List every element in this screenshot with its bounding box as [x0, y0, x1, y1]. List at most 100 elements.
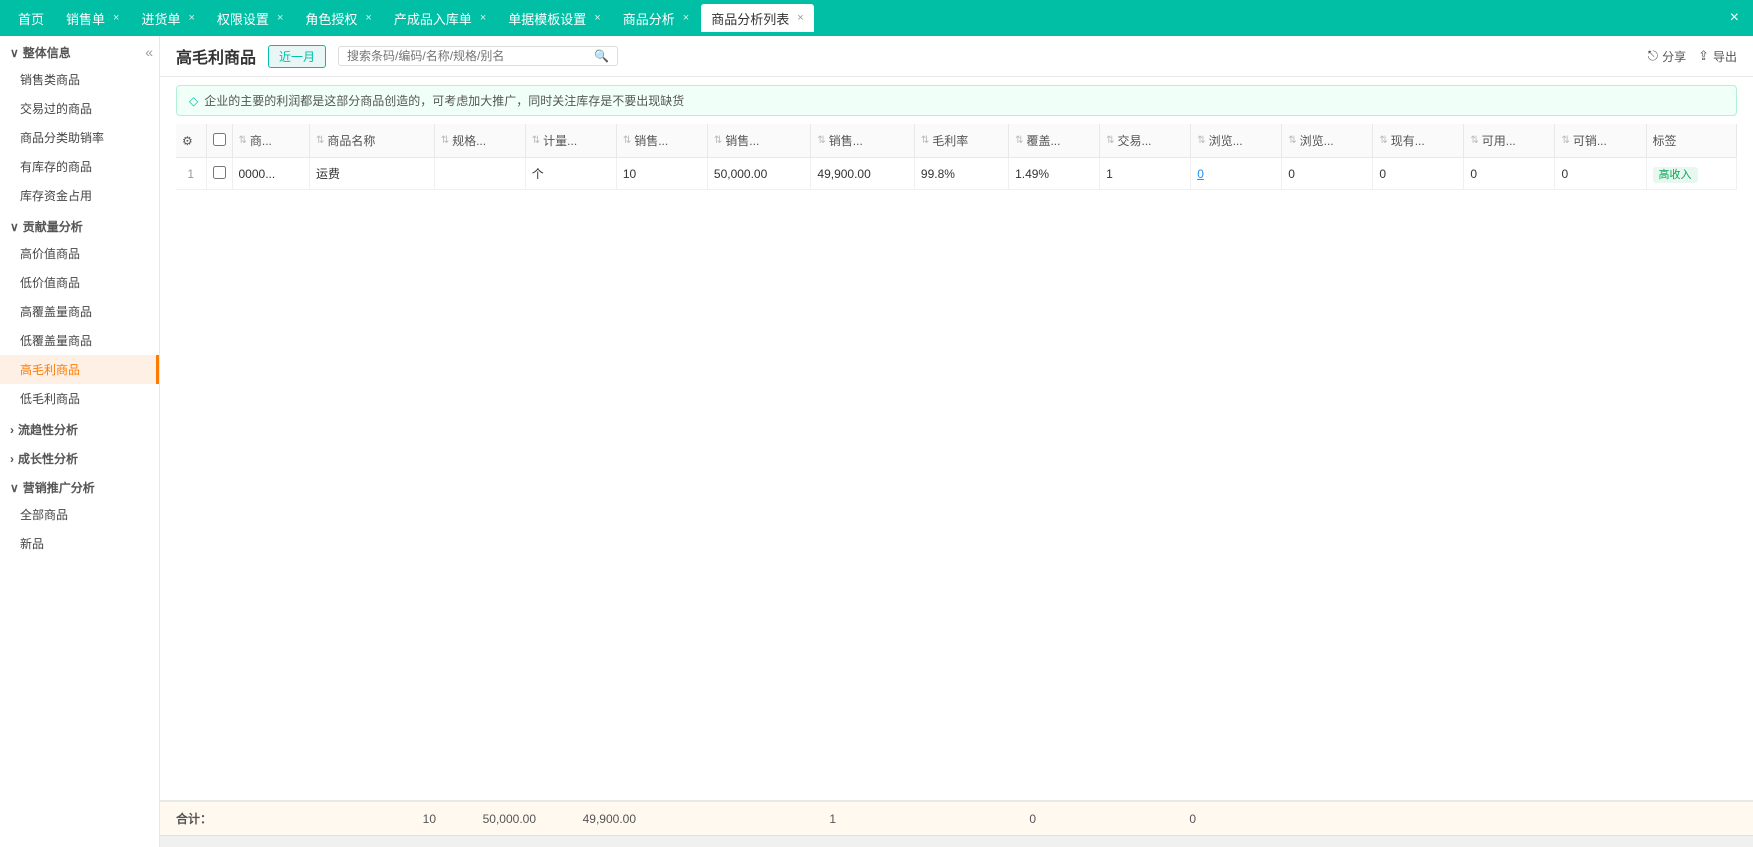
- sidebar-group-overall[interactable]: ∨ 整体信息: [0, 36, 159, 65]
- chevron-down-icon-2: ∨: [10, 220, 19, 234]
- col-checkbox[interactable]: [206, 124, 232, 158]
- col-spec[interactable]: ⇅ 规格...: [434, 124, 525, 158]
- row-transaction: 1: [1100, 158, 1191, 190]
- sidebar-collapse-btn[interactable]: «: [145, 44, 153, 60]
- row-stock-available: 0: [1464, 158, 1555, 190]
- row-unit: 个: [525, 158, 616, 190]
- footer-sales-count: 10: [376, 812, 456, 826]
- row-index: 1: [176, 158, 206, 190]
- sidebar-group-flow[interactable]: › 流趋性分析: [0, 413, 159, 442]
- close-purchase-order[interactable]: ×: [188, 12, 194, 24]
- share-button[interactable]: ⎋ 分享: [1648, 48, 1686, 65]
- footer-stock-current: 0: [976, 812, 1056, 826]
- sidebar-group-growth[interactable]: › 成长性分析: [0, 442, 159, 471]
- sort-icon-9: ⇅: [1015, 135, 1023, 146]
- sidebar-item-stock-capital[interactable]: 库存资金占用: [0, 181, 159, 210]
- sort-icon-7: ⇅: [817, 135, 825, 146]
- row-tag: 高收入: [1646, 158, 1737, 190]
- sidebar-item-in-stock-goods[interactable]: 有库存的商品: [0, 152, 159, 181]
- nav-home[interactable]: 首页: [8, 4, 54, 32]
- table-footer: 合计： 10 50,000.00 49,900.00 1 0 0: [160, 800, 1753, 835]
- close-product-analysis-list[interactable]: ×: [797, 12, 803, 24]
- nav-product-inbound[interactable]: 产成品入库单 ×: [384, 4, 496, 32]
- nav-purchase-order[interactable]: 进货单 ×: [131, 4, 204, 32]
- sidebar-item-category-rate[interactable]: 商品分类助销率: [0, 123, 159, 152]
- sort-icon-15: ⇅: [1561, 135, 1569, 146]
- footer-sales-amount: 50,000.00: [456, 812, 556, 826]
- export-button[interactable]: ⇪ 导出: [1698, 48, 1737, 65]
- sidebar-item-traded-goods[interactable]: 交易过的商品: [0, 94, 159, 123]
- sidebar-item-low-value[interactable]: 低价值商品: [0, 268, 159, 297]
- info-text: 企业的主要的利润都是这部分商品创造的，可考虑加大推广，同时关注库存是不要出现缺货: [204, 92, 684, 109]
- col-settings[interactable]: ⚙: [176, 124, 206, 158]
- col-sales-count[interactable]: ⇅ 销售...: [616, 124, 707, 158]
- close-product-analysis[interactable]: ×: [683, 12, 689, 24]
- col-view2[interactable]: ⇅ 浏览...: [1282, 124, 1373, 158]
- row-view1[interactable]: 0: [1191, 158, 1282, 190]
- col-coverage[interactable]: ⇅ 覆盖...: [1009, 124, 1100, 158]
- close-sales-order[interactable]: ×: [113, 12, 119, 24]
- footer-label: 合计：: [176, 810, 376, 827]
- sidebar-item-sales-goods[interactable]: 销售类商品: [0, 65, 159, 94]
- sidebar-item-low-coverage[interactable]: 低覆盖量商品: [0, 326, 159, 355]
- close-product-inbound[interactable]: ×: [480, 12, 486, 24]
- search-icon[interactable]: 🔍: [594, 49, 609, 63]
- sort-icon-11: ⇅: [1197, 135, 1205, 146]
- sort-icon-14: ⇅: [1470, 135, 1478, 146]
- footer-transaction: 1: [776, 812, 856, 826]
- close-permission-settings[interactable]: ×: [277, 12, 283, 24]
- col-sales-amount[interactable]: ⇅ 销售...: [707, 124, 811, 158]
- nav-product-analysis[interactable]: 商品分析 ×: [613, 4, 699, 32]
- nav-sales-order[interactable]: 销售单 ×: [56, 4, 129, 32]
- row-spec: [434, 158, 525, 190]
- sidebar-item-all-goods[interactable]: 全部商品: [0, 500, 159, 529]
- sort-icon-5: ⇅: [623, 135, 631, 146]
- sort-icon-13: ⇅: [1379, 135, 1387, 146]
- nav-permission-settings[interactable]: 权限设置 ×: [207, 4, 293, 32]
- filter-recent-month-btn[interactable]: 近一月: [268, 45, 326, 68]
- col-view1[interactable]: ⇅ 浏览...: [1191, 124, 1282, 158]
- sidebar: « ∨ 整体信息 销售类商品 交易过的商品 商品分类助销率 有库存的商品 库存资…: [0, 36, 160, 847]
- table-area: ⚙ ⇅ 商... ⇅: [160, 124, 1753, 800]
- sort-icon-3: ⇅: [441, 135, 449, 146]
- row-sales-amount: 50,000.00: [707, 158, 811, 190]
- header-actions: ⎋ 分享 ⇪ 导出: [1648, 48, 1737, 65]
- sidebar-group-contribution[interactable]: ∨ 贡献量分析: [0, 210, 159, 239]
- row-coverage: 1.49%: [1009, 158, 1100, 190]
- search-input[interactable]: [347, 49, 594, 63]
- sidebar-item-high-coverage[interactable]: 高覆盖量商品: [0, 297, 159, 326]
- nav-product-analysis-list[interactable]: 商品分析列表 ×: [701, 4, 813, 32]
- select-all-checkbox[interactable]: [213, 133, 226, 146]
- col-gross-margin[interactable]: ⇅ 毛利率: [914, 124, 1008, 158]
- sidebar-item-high-value[interactable]: 高价值商品: [0, 239, 159, 268]
- row-view2: 0: [1282, 158, 1373, 190]
- col-code[interactable]: ⇅ 商...: [232, 124, 309, 158]
- close-all-tabs[interactable]: ×: [1724, 9, 1745, 27]
- sidebar-item-low-margin[interactable]: 低毛利商品: [0, 384, 159, 413]
- row-select-checkbox[interactable]: [213, 166, 226, 179]
- nav-role-auth[interactable]: 角色授权 ×: [295, 4, 381, 32]
- close-role-auth[interactable]: ×: [365, 12, 371, 24]
- col-unit[interactable]: ⇅ 计量...: [525, 124, 616, 158]
- sort-icon-4: ⇅: [532, 135, 540, 146]
- export-icon: ⇪: [1698, 48, 1709, 64]
- sidebar-item-high-margin[interactable]: 高毛利商品: [0, 355, 159, 384]
- bottom-scrollbar[interactable]: [160, 835, 1753, 847]
- sidebar-item-new-goods[interactable]: 新品: [0, 529, 159, 558]
- col-sales-profit[interactable]: ⇅ 销售...: [811, 124, 915, 158]
- col-transaction[interactable]: ⇅ 交易...: [1100, 124, 1191, 158]
- table-row: 1 0000... 运费 个 10 50,000.00 49,900.00 99…: [176, 158, 1737, 190]
- sort-icon-6: ⇅: [714, 135, 722, 146]
- chevron-right-icon: ›: [10, 423, 14, 437]
- sidebar-group-marketing[interactable]: ∨ 营销推广分析: [0, 471, 159, 500]
- close-template-settings[interactable]: ×: [594, 12, 600, 24]
- nav-template-settings[interactable]: 单据模板设置 ×: [498, 4, 610, 32]
- row-checkbox[interactable]: [206, 158, 232, 190]
- col-stock-saleable[interactable]: ⇅ 可销...: [1555, 124, 1646, 158]
- table-header-row: ⚙ ⇅ 商... ⇅: [176, 124, 1737, 158]
- col-stock-available[interactable]: ⇅ 可用...: [1464, 124, 1555, 158]
- col-stock-current[interactable]: ⇅ 现有...: [1373, 124, 1464, 158]
- info-banner: ◇ 企业的主要的利润都是这部分商品创造的，可考虑加大推广，同时关注库存是不要出现…: [176, 85, 1737, 116]
- col-name[interactable]: ⇅ 商品名称: [309, 124, 434, 158]
- chevron-down-icon-3: ∨: [10, 481, 19, 495]
